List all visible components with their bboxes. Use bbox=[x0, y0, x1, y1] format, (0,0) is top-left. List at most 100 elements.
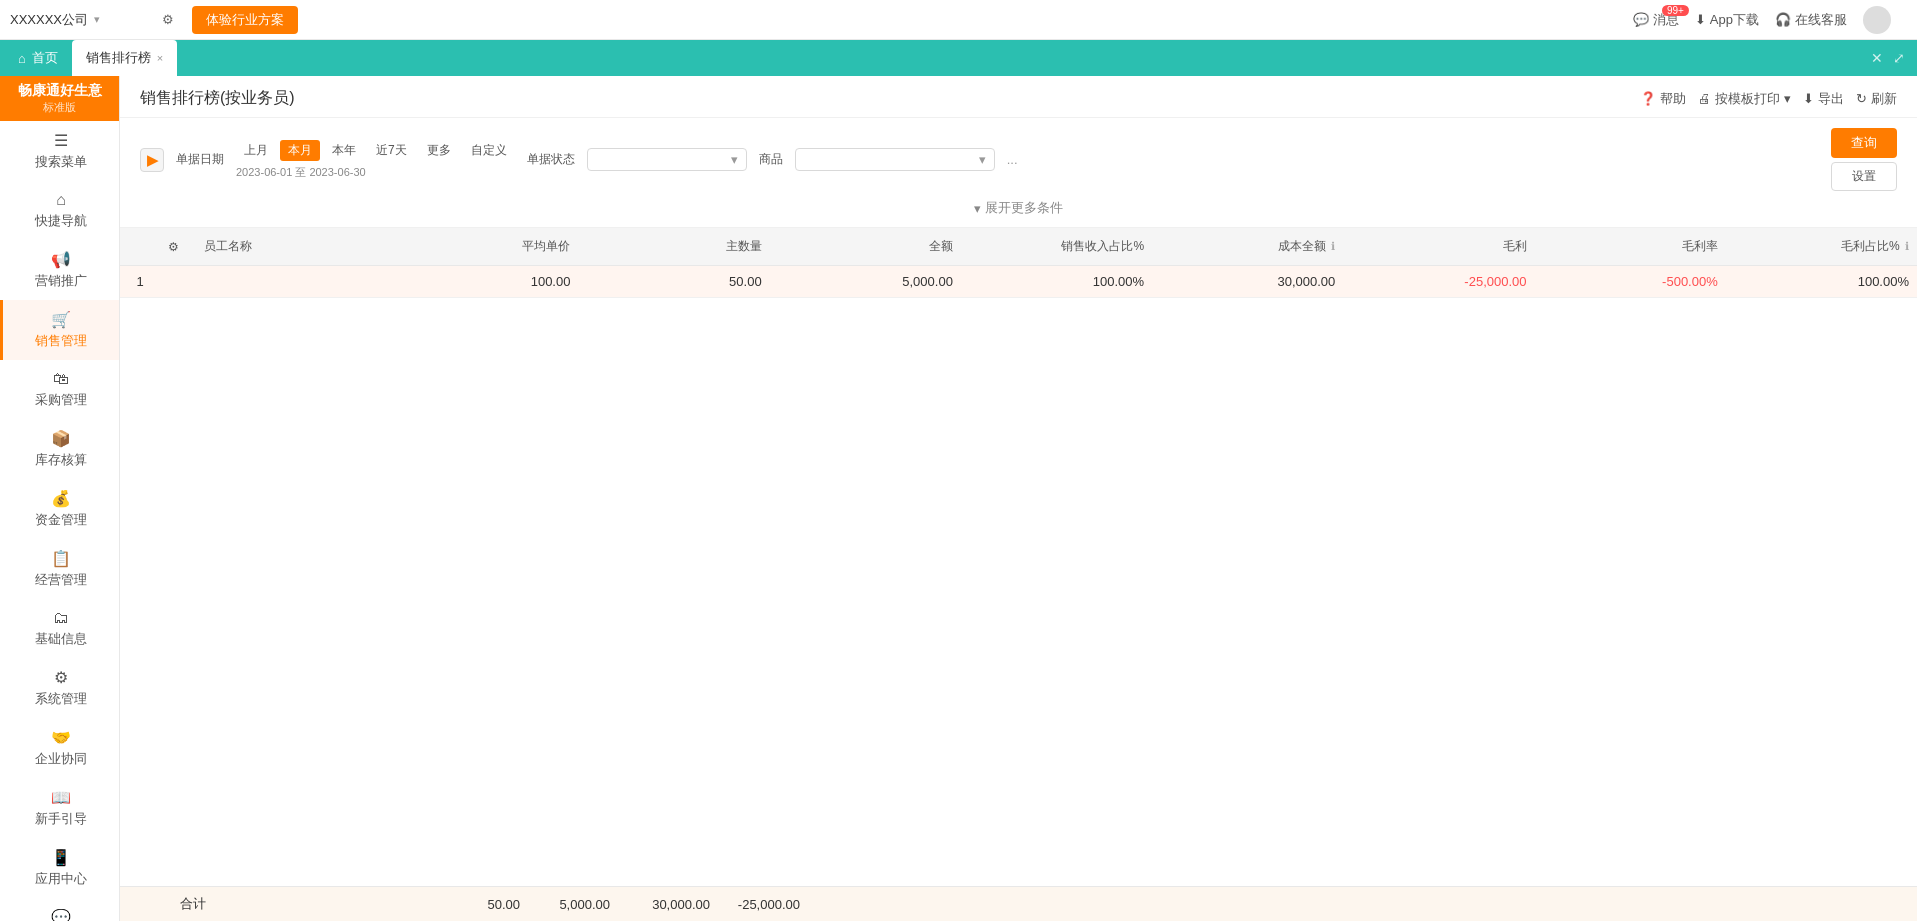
system-icon: ⚙ bbox=[54, 668, 68, 687]
date-range-display: 2023-06-01 至 2023-06-30 bbox=[236, 165, 515, 180]
company-selector[interactable]: XXXXXX公司 ▾ bbox=[10, 11, 150, 29]
sidebar-item-apps[interactable]: 📱 应用中心 bbox=[0, 838, 119, 898]
cell-avg-price: 100.00 bbox=[387, 266, 578, 298]
cell-amount: 5,000.00 bbox=[770, 266, 961, 298]
template-print-button[interactable]: 🖨 按模板打印 ▾ bbox=[1698, 90, 1791, 108]
sidebar-label-system: 系统管理 bbox=[35, 690, 87, 708]
footer-totals: 合计 50.00 5,000.00 30,000.00 -25,000.00 bbox=[120, 886, 1917, 921]
tab-sales-ranking[interactable]: 销售排行榜 × bbox=[72, 40, 177, 76]
export-button[interactable]: ⬇ 导出 bbox=[1803, 90, 1844, 108]
date-opt-this-month[interactable]: 本月 bbox=[280, 140, 320, 161]
tab-home[interactable]: ⌂ 首页 bbox=[4, 40, 72, 76]
sidebar-item-marketing[interactable]: 📢 营销推广 bbox=[0, 240, 119, 300]
avatar[interactable] bbox=[1863, 6, 1891, 34]
page-header: 销售排行榜(按业务员) ❓ 帮助 🖨 按模板打印 ▾ ⬇ 导出 ↻ 刷新 bbox=[120, 76, 1917, 118]
collab-icon: 🤝 bbox=[51, 728, 71, 747]
table-row: 1 100.00 50.00 5,000.00 100.00% 30,000.0… bbox=[120, 266, 1917, 298]
filter-area: ▶ 单据日期 上月 本月 本年 近7天 更多 自定义 2023-06-01 至 … bbox=[120, 118, 1917, 228]
logo-sub: 标准版 bbox=[43, 100, 76, 115]
sidebar-label-finance: 资金管理 bbox=[35, 511, 87, 529]
table-settings-button[interactable]: 设置 bbox=[1831, 162, 1897, 191]
sidebar-label-search: 搜索菜单 bbox=[35, 153, 87, 171]
date-opt-custom[interactable]: 自定义 bbox=[463, 140, 515, 161]
th-settings[interactable]: ⚙ bbox=[160, 228, 196, 266]
sidebar-label-sales: 销售管理 bbox=[35, 332, 87, 350]
app-download-button[interactable]: ⬇ App下载 bbox=[1695, 11, 1759, 29]
help-button[interactable]: ❓ 帮助 bbox=[1640, 90, 1686, 108]
sidebar-item-basic[interactable]: 🗂 基础信息 bbox=[0, 599, 119, 658]
sidebar-item-sales[interactable]: 🛒 销售管理 bbox=[0, 300, 119, 360]
page-actions: ❓ 帮助 🖨 按模板打印 ▾ ⬇ 导出 ↻ 刷新 bbox=[1640, 90, 1897, 108]
sidebar-label-collab: 企业协同 bbox=[35, 750, 87, 768]
finance-icon: 💰 bbox=[51, 489, 71, 508]
table-header-row: ⚙ 员工名称 平均单价 主数量 全额 销售收入占比% 成本全额 ℹ 毛利 毛利率… bbox=[120, 228, 1917, 266]
cell-rank: 1 bbox=[120, 266, 160, 298]
sidebar-item-finance[interactable]: 💰 资金管理 bbox=[0, 479, 119, 539]
expand-more-row[interactable]: ▾ 展开更多条件 bbox=[140, 199, 1897, 217]
sidebar-item-shortcut[interactable]: ⌂ 快捷导航 bbox=[0, 181, 119, 240]
message-button[interactable]: 💬 消息 99+ bbox=[1633, 11, 1679, 29]
sidebar-item-collab[interactable]: 🤝 企业协同 bbox=[0, 718, 119, 778]
footer-amount: 5,000.00 bbox=[520, 897, 610, 912]
message-icon: 💬 bbox=[1633, 12, 1649, 27]
print-icon: 🖨 bbox=[1698, 91, 1711, 106]
apps-icon: 📱 bbox=[51, 848, 71, 867]
basic-info-icon: 🗂 bbox=[53, 609, 69, 627]
sidebar-label-purchase: 采购管理 bbox=[35, 391, 87, 409]
refresh-icon: ↻ bbox=[1856, 91, 1867, 106]
cell-name bbox=[196, 266, 387, 298]
close-window-icon[interactable]: ✕ bbox=[1871, 50, 1883, 66]
sidebar-item-system[interactable]: ⚙ 系统管理 bbox=[0, 658, 119, 718]
date-opt-more[interactable]: 更多 bbox=[419, 140, 459, 161]
status-chevron-icon: ▾ bbox=[731, 152, 738, 167]
date-opt-this-year[interactable]: 本年 bbox=[324, 140, 364, 161]
operations-icon: 📋 bbox=[51, 549, 71, 568]
print-chevron-icon: ▾ bbox=[1784, 91, 1791, 106]
sidebar-item-search[interactable]: ☰ 搜索菜单 bbox=[0, 121, 119, 181]
profitpct-info-icon[interactable]: ℹ bbox=[1905, 240, 1909, 252]
footer-qty-val: 50.00 bbox=[430, 897, 520, 912]
sidebar-item-purchase[interactable]: 🛍 采购管理 bbox=[0, 360, 119, 419]
refresh-button[interactable]: ↻ 刷新 bbox=[1856, 90, 1897, 108]
footer-cost: 30,000.00 bbox=[610, 897, 710, 912]
search-menu-icon: ☰ bbox=[54, 131, 68, 150]
more-filters-button[interactable]: ... bbox=[1007, 152, 1018, 167]
cell-qty: 50.00 bbox=[578, 266, 769, 298]
online-support-button[interactable]: 🎧 在线客服 bbox=[1775, 11, 1847, 29]
purchase-icon: 🛍 bbox=[53, 370, 69, 388]
marketing-icon: 📢 bbox=[51, 250, 71, 269]
page-title: 销售排行榜(按业务员) bbox=[140, 88, 295, 109]
filter-toggle-button[interactable]: ▶ bbox=[140, 148, 164, 172]
main-content: 销售排行榜(按业务员) ❓ 帮助 🖨 按模板打印 ▾ ⬇ 导出 ↻ 刷新 bbox=[120, 76, 1917, 921]
cost-info-icon[interactable]: ℹ bbox=[1331, 240, 1335, 252]
status-filter-label: 单据状态 bbox=[527, 151, 575, 168]
goods-select[interactable]: ▾ bbox=[795, 148, 995, 171]
footer-total-label: 合计 bbox=[140, 895, 340, 913]
goods-filter-label: 商品 bbox=[759, 151, 783, 168]
export-icon: ⬇ bbox=[1803, 91, 1814, 106]
close-tab-icon[interactable]: × bbox=[157, 52, 163, 64]
sidebar-item-wechat[interactable]: 💬 企业微信 bbox=[0, 898, 119, 921]
date-opt-last-month[interactable]: 上月 bbox=[236, 140, 276, 161]
filter-row: ▶ 单据日期 上月 本月 本年 近7天 更多 自定义 2023-06-01 至 … bbox=[140, 128, 1897, 191]
trial-button[interactable]: 体验行业方案 bbox=[192, 6, 298, 34]
expand-more-label: 展开更多条件 bbox=[985, 199, 1063, 217]
status-select[interactable]: ▾ bbox=[587, 148, 747, 171]
data-table: ⚙ 员工名称 平均单价 主数量 全额 销售收入占比% 成本全额 ℹ 毛利 毛利率… bbox=[120, 228, 1917, 298]
expand-icon[interactable]: ⤢ bbox=[1893, 50, 1905, 66]
sidebar-item-inventory[interactable]: 📦 库存核算 bbox=[0, 419, 119, 479]
sidebar-item-operations[interactable]: 📋 经营管理 bbox=[0, 539, 119, 599]
sidebar-item-guide[interactable]: 📖 新手引导 bbox=[0, 778, 119, 838]
sidebar-label-inventory: 库存核算 bbox=[35, 451, 87, 469]
wechat-icon: 💬 bbox=[51, 908, 71, 921]
settings-icon[interactable]: ⚙ bbox=[154, 6, 182, 34]
sidebar-label-apps: 应用中心 bbox=[35, 870, 87, 888]
sidebar-label-basic: 基础信息 bbox=[35, 630, 87, 648]
th-margin: 毛利率 bbox=[1535, 228, 1726, 266]
content-area: 畅康通好生意 标准版 ☰ 搜索菜单 ⌂ 快捷导航 📢 营销推广 🛒 销售管理 🛍… bbox=[0, 76, 1917, 921]
cell-settings bbox=[160, 266, 196, 298]
query-button[interactable]: 查询 bbox=[1831, 128, 1897, 158]
download-icon: ⬇ bbox=[1695, 12, 1706, 27]
goods-chevron-icon: ▾ bbox=[979, 152, 986, 167]
date-opt-7days[interactable]: 近7天 bbox=[368, 140, 415, 161]
